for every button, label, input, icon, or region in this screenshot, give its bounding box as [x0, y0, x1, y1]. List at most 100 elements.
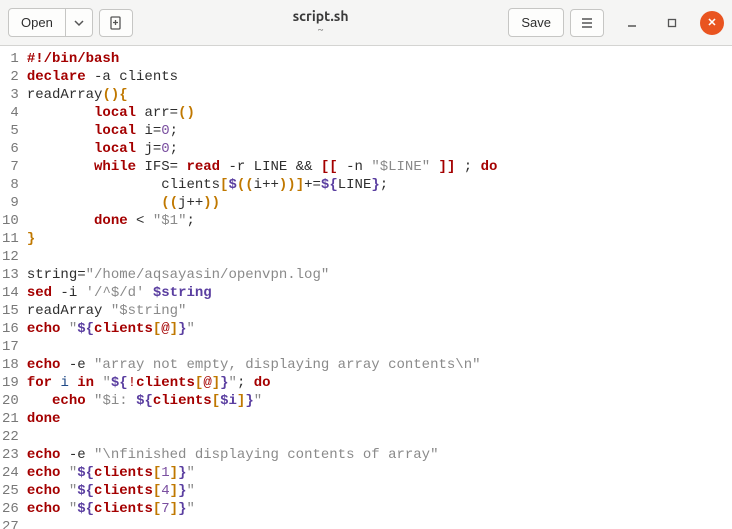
code-line[interactable]: for i in "${!clients[@]}"; do — [27, 374, 498, 392]
code-token: echo — [27, 321, 61, 337]
code-token: ]] — [439, 159, 456, 175]
code-token — [27, 195, 161, 211]
new-document-icon — [109, 16, 123, 30]
code-token: clients — [153, 393, 212, 409]
code-token: read — [186, 159, 220, 175]
editor-area[interactable]: 1 2 3 4 5 6 7 8 9 10 11 12 13 14 15 16 1… — [0, 46, 732, 529]
code-token: } — [27, 231, 35, 247]
code-token: #!/bin/bash — [27, 51, 119, 67]
code-line[interactable]: ((j++)) — [27, 194, 498, 212]
window-maximize-button[interactable] — [660, 11, 684, 35]
code-token: while — [94, 159, 136, 175]
code-token — [86, 393, 94, 409]
open-button[interactable]: Open — [8, 8, 66, 37]
code-token: string= — [27, 267, 86, 283]
code-token: } — [371, 177, 379, 193]
code-token: ] — [170, 321, 178, 337]
code-token — [60, 465, 68, 481]
code-token: in — [77, 375, 94, 391]
code-line[interactable]: #!/bin/bash — [27, 50, 498, 68]
code-line[interactable]: clients[$((i++))]+=${LINE}; — [27, 176, 498, 194]
code-line[interactable]: echo "${clients[4]}" — [27, 482, 498, 500]
code-line[interactable]: done < "$1"; — [27, 212, 498, 230]
code-token — [430, 159, 438, 175]
code-line[interactable]: readArray "$string" — [27, 302, 498, 320]
code-token: ] — [212, 375, 220, 391]
code-line[interactable]: echo "$i: ${clients[$i]}" — [27, 392, 498, 410]
code-token: readArray — [27, 87, 103, 103]
hamburger-icon — [580, 16, 594, 30]
code-token: local — [94, 105, 136, 121]
code-token: "/home/aqsayasin/openvpn.log" — [86, 267, 330, 283]
code-line[interactable]: echo -e "array not empty, displaying arr… — [27, 356, 498, 374]
save-button[interactable]: Save — [508, 8, 564, 37]
code-token: -e — [60, 357, 94, 373]
code-token: "\nfinished displaying contents of array… — [94, 447, 438, 463]
hamburger-menu-button[interactable] — [570, 9, 604, 37]
code-token: += — [304, 177, 321, 193]
code-token: ] — [170, 465, 178, 481]
open-button-group: Open — [8, 8, 93, 37]
code-token: } — [245, 393, 253, 409]
code-token: j= — [136, 141, 161, 157]
code-token: echo — [27, 483, 61, 499]
code-line[interactable]: echo -e "\nfinished displaying contents … — [27, 446, 498, 464]
code-token: echo — [27, 501, 61, 517]
code-line[interactable]: local arr=() — [27, 104, 498, 122]
code-line[interactable]: echo "${clients[@]}" — [27, 320, 498, 338]
window-title: script.sh — [139, 9, 503, 24]
code-token: (){ — [102, 87, 127, 103]
code-token: ${ — [136, 393, 153, 409]
code-token: " — [69, 501, 77, 517]
code-line[interactable]: sed -i '/^$/d' $string — [27, 284, 498, 302]
code-token: ${ — [77, 321, 94, 337]
code-token: ))] — [279, 177, 304, 193]
chevron-down-icon — [74, 18, 84, 28]
code-token: sed — [27, 285, 52, 301]
code-token: " — [229, 375, 237, 391]
code-token — [60, 321, 68, 337]
code-line[interactable]: readArray(){ — [27, 86, 498, 104]
code-token: " — [69, 321, 77, 337]
code-line[interactable] — [27, 518, 498, 529]
code-token: " — [254, 393, 262, 409]
window-close-button[interactable] — [700, 11, 724, 35]
code-token: for — [27, 375, 52, 391]
window-title-area: script.sh ~ — [139, 9, 503, 36]
code-token: ; — [380, 177, 388, 193]
code-token: " — [102, 375, 110, 391]
window-minimize-button[interactable] — [620, 11, 644, 35]
code-content[interactable]: #!/bin/bashdeclare -a clientsreadArray()… — [23, 46, 498, 529]
code-token — [60, 483, 68, 499]
code-token: -e — [60, 447, 94, 463]
code-token — [60, 501, 68, 517]
code-line[interactable]: local i=0; — [27, 122, 498, 140]
code-token: < — [128, 213, 153, 229]
code-token: clients — [27, 177, 220, 193]
code-token: do — [254, 375, 271, 391]
code-token: ] — [170, 501, 178, 517]
code-line[interactable] — [27, 248, 498, 266]
open-recent-dropdown[interactable] — [66, 8, 93, 37]
code-token: 1 — [161, 465, 169, 481]
code-token: arr= — [136, 105, 178, 121]
code-line[interactable]: echo "${clients[1]}" — [27, 464, 498, 482]
code-line[interactable]: declare -a clients — [27, 68, 498, 86]
code-line[interactable]: done — [27, 410, 498, 428]
new-tab-button[interactable] — [99, 9, 133, 37]
code-line[interactable] — [27, 338, 498, 356]
code-line[interactable]: echo "${clients[7]}" — [27, 500, 498, 518]
code-token: [ — [153, 501, 161, 517]
code-token: " — [186, 465, 194, 481]
code-line[interactable]: string="/home/aqsayasin/openvpn.log" — [27, 266, 498, 284]
code-token: ${ — [111, 375, 128, 391]
code-token — [27, 393, 52, 409]
code-line[interactable]: local j=0; — [27, 140, 498, 158]
code-token: ${ — [77, 501, 94, 517]
code-line[interactable]: while IFS= read -r LINE && [[ -n "$LINE"… — [27, 158, 498, 176]
code-line[interactable] — [27, 428, 498, 446]
code-line[interactable]: } — [27, 230, 498, 248]
code-token: $ — [228, 177, 236, 193]
code-token: [[ — [321, 159, 338, 175]
code-token: ${ — [77, 465, 94, 481]
